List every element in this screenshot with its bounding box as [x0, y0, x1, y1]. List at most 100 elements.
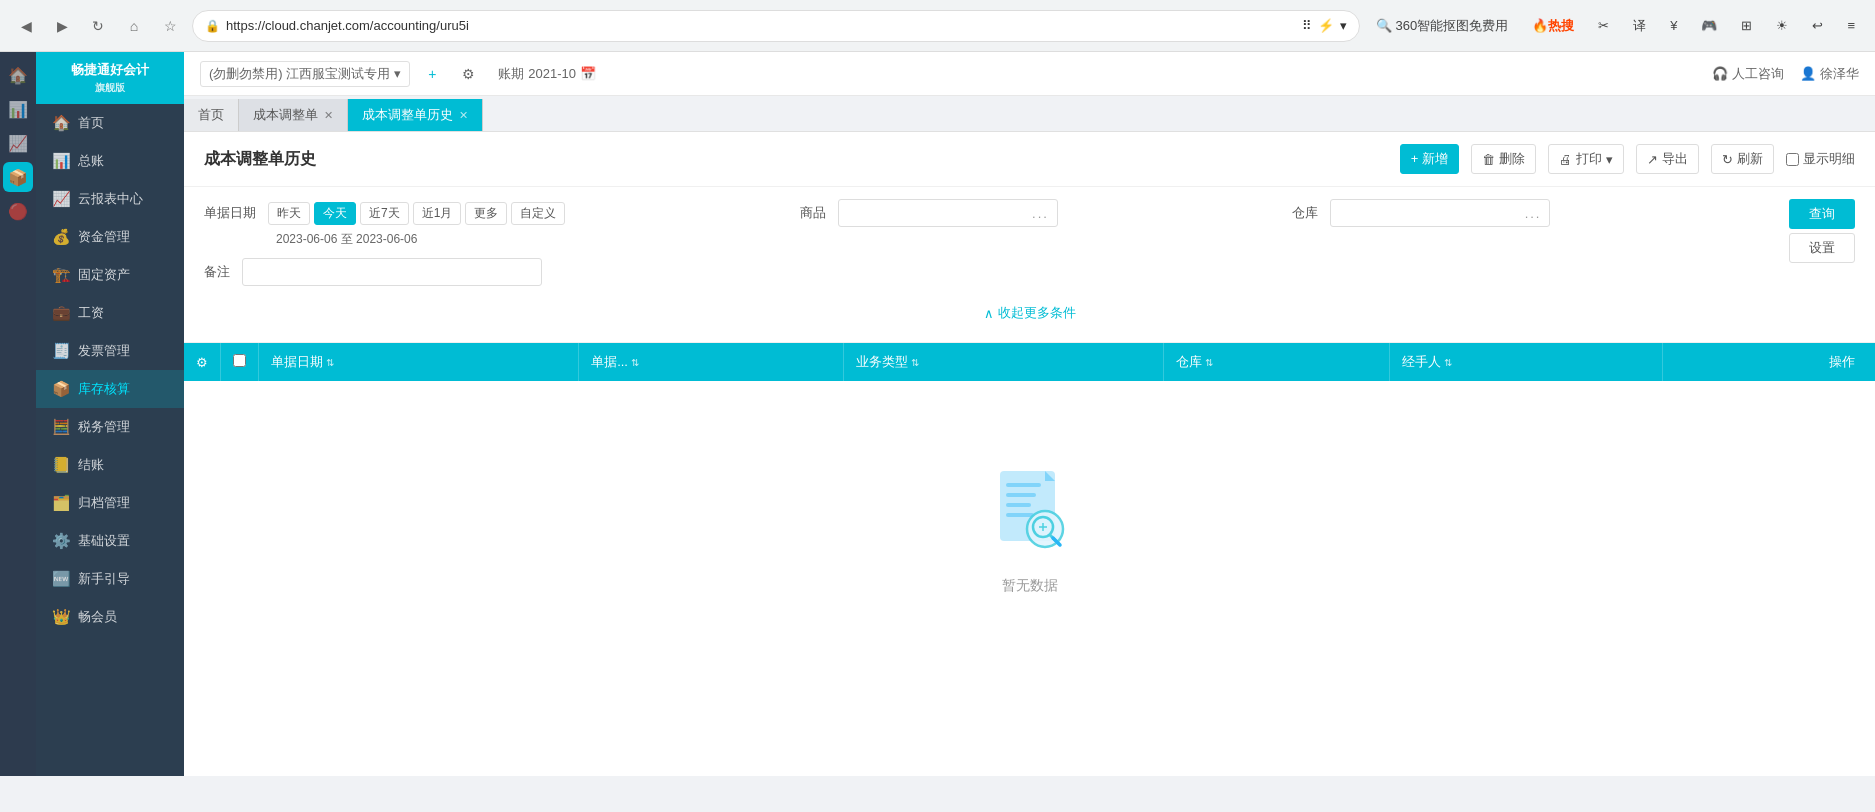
th-type[interactable]: 业务类型 ⇅ [844, 343, 1164, 381]
show-detail-checkbox[interactable]: 显示明细 [1786, 150, 1855, 168]
empty-cell: 暂无数据 [184, 381, 1875, 675]
date-btn-yesterday[interactable]: 昨天 [268, 202, 310, 225]
sidebar-item-tax[interactable]: 🧮 税务管理 [36, 408, 184, 446]
scissors-icon[interactable]: ✂ [1590, 14, 1617, 37]
sidebar-icon-2[interactable]: 📊 [3, 94, 33, 124]
sidebar-label: 发票管理 [78, 342, 130, 360]
home-button[interactable]: ⌂ [120, 12, 148, 40]
th-handler[interactable]: 经手人 ⇅ [1389, 343, 1662, 381]
tab-cost-adjustment-history[interactable]: 成本调整单历史 ✕ [348, 99, 483, 131]
date-btn-today[interactable]: 今天 [314, 202, 356, 225]
back-button[interactable]: ◀ [12, 12, 40, 40]
refresh-button[interactable]: ↻ 刷新 [1711, 144, 1774, 174]
sidebar-item-funds[interactable]: 💰 资金管理 [36, 218, 184, 256]
undo-icon[interactable]: ↩ [1804, 14, 1831, 37]
company-selector[interactable]: (勿删勿禁用) 江西服宝测试专用 ▾ [200, 61, 410, 87]
search-ai-button[interactable]: 🔍 360智能抠图免费用 [1368, 13, 1516, 39]
sidebar-item-invoice[interactable]: 🧾 发票管理 [36, 332, 184, 370]
tab-home[interactable]: 首页 [184, 99, 239, 131]
user-profile-button[interactable]: 👤 徐泽华 [1800, 65, 1859, 83]
sidebar-item-general-ledger[interactable]: 📊 总账 [36, 142, 184, 180]
sidebar-item-fixed-assets[interactable]: 🏗️ 固定资产 [36, 256, 184, 294]
translate-button[interactable]: 译 [1625, 13, 1654, 39]
empty-state: 暂无数据 [184, 381, 1875, 675]
svg-rect-3 [1006, 503, 1031, 507]
tab-close-icon[interactable]: ✕ [324, 109, 333, 122]
warehouse-select[interactable]: ... [1330, 199, 1550, 227]
date-filter-label: 单据日期 [204, 204, 256, 222]
sidebar-item-payroll[interactable]: 💼 工资 [36, 294, 184, 332]
address-bar[interactable]: 🔒 https://cloud.chanjet.com/accounting/u… [192, 10, 1360, 42]
menu-icon[interactable]: ≡ [1839, 14, 1863, 37]
add-company-button[interactable]: + [418, 60, 446, 88]
th-number[interactable]: 单据... ⇅ [579, 343, 844, 381]
print-button[interactable]: 🖨 打印 ▾ [1548, 144, 1624, 174]
sidebar-nav: 🏠 首页 📊 总账 📈 云报表中心 💰 资金管理 🏗️ 固定资产 💼 工 [36, 104, 184, 776]
sidebar-item-vip[interactable]: 👑 畅会员 [36, 598, 184, 636]
company-settings-icon[interactable]: ⚙ [454, 60, 482, 88]
sidebar-icon-3[interactable]: 📈 [3, 128, 33, 158]
sidebar-item-inventory[interactable]: 📦 库存核算 [36, 370, 184, 408]
empty-row: 暂无数据 [184, 381, 1875, 675]
sort-handler[interactable]: 经手人 ⇅ [1402, 353, 1452, 371]
wallet-icon[interactable]: ¥ [1662, 14, 1685, 37]
vip-icon: 👑 [52, 608, 70, 626]
remark-input[interactable] [242, 258, 542, 286]
forward-button[interactable]: ▶ [48, 12, 76, 40]
select-all-checkbox[interactable] [233, 354, 246, 367]
grid-icon[interactable]: ⊞ [1733, 14, 1760, 37]
consultant-button[interactable]: 🎧 人工咨询 [1712, 65, 1784, 83]
sort-type[interactable]: 业务类型 ⇅ [856, 353, 919, 371]
th-date[interactable]: 单据日期 ⇅ [259, 343, 579, 381]
sidebar-item-guide[interactable]: 🆕 新手引导 [36, 560, 184, 598]
delete-button[interactable]: 🗑 删除 [1471, 144, 1536, 174]
goods-filter-label: 商品 [800, 204, 826, 222]
browser-tools: 🔍 360智能抠图免费用 🔥热搜 ✂ 译 ¥ 🎮 ⊞ ☀ ↩ ≡ [1368, 13, 1863, 39]
sidebar-item-archive[interactable]: 🗂️ 归档管理 [36, 484, 184, 522]
date-btn-7days[interactable]: 近7天 [360, 202, 409, 225]
filter-area: 单据日期 昨天 今天 近7天 近1月 更多 自定义 商品 [184, 187, 1875, 343]
brightness-icon[interactable]: ☀ [1768, 14, 1796, 37]
sidebar-icon-active[interactable]: 📦 [3, 162, 33, 192]
star-button[interactable]: ☆ [156, 12, 184, 40]
sidebar-item-close-period[interactable]: 📒 结账 [36, 446, 184, 484]
hot-search-button[interactable]: 🔥热搜 [1524, 13, 1582, 39]
filter-settings-button[interactable]: 设置 [1789, 233, 1855, 263]
tab-cost-adjustment[interactable]: 成本调整单 ✕ [239, 99, 348, 131]
th-warehouse[interactable]: 仓库 ⇅ [1164, 343, 1390, 381]
sort-number[interactable]: 单据... ⇅ [591, 353, 639, 371]
page-content: 成本调整单历史 + 新增 🗑 删除 🖨 打印 ▾ ↗ 导出 [184, 132, 1875, 776]
sidebar-item-settings[interactable]: ⚙️ 基础设置 [36, 522, 184, 560]
date-btn-custom[interactable]: 自定义 [511, 202, 565, 225]
period-value: 2021-10 [528, 66, 576, 81]
sort-date[interactable]: 单据日期 ⇅ [271, 353, 334, 371]
game-icon[interactable]: 🎮 [1693, 14, 1725, 37]
sidebar-label: 固定资产 [78, 266, 130, 284]
date-btn-more[interactable]: 更多 [465, 202, 507, 225]
warehouse-dots[interactable]: ... [1525, 206, 1542, 221]
tab-close-icon-history[interactable]: ✕ [459, 109, 468, 122]
new-button[interactable]: + 新增 [1400, 144, 1459, 174]
th-gear[interactable]: ⚙ [184, 343, 221, 381]
collapse-button[interactable]: ∧ 收起更多条件 [984, 304, 1076, 322]
date-range-row: 2023-06-06 至 2023-06-06 [204, 231, 1773, 248]
show-detail-input[interactable] [1786, 153, 1799, 166]
export-button[interactable]: ↗ 导出 [1636, 144, 1699, 174]
date-btn-1month[interactable]: 近1月 [413, 202, 462, 225]
refresh-button[interactable]: ↻ [84, 12, 112, 40]
inventory-icon: 📦 [52, 380, 70, 398]
filter-buttons: 查询 设置 [1789, 199, 1855, 263]
sidebar-label: 库存核算 [78, 380, 130, 398]
sidebar-item-home[interactable]: 🏠 首页 [36, 104, 184, 142]
query-button[interactable]: 查询 [1789, 199, 1855, 229]
th-checkbox[interactable] [221, 343, 259, 381]
sidebar-item-reports[interactable]: 📈 云报表中心 [36, 180, 184, 218]
sidebar-icon-5[interactable]: 🔴 [3, 196, 33, 226]
warehouse-filter-label: 仓库 [1292, 204, 1318, 222]
filter-row-2: 备注 [204, 258, 1773, 286]
goods-dots[interactable]: ... [1032, 206, 1049, 221]
assets-icon: 🏗️ [52, 266, 70, 284]
sort-warehouse[interactable]: 仓库 ⇅ [1176, 353, 1213, 371]
goods-select[interactable]: ... [838, 199, 1058, 227]
sidebar-icon-1[interactable]: 🏠 [3, 60, 33, 90]
